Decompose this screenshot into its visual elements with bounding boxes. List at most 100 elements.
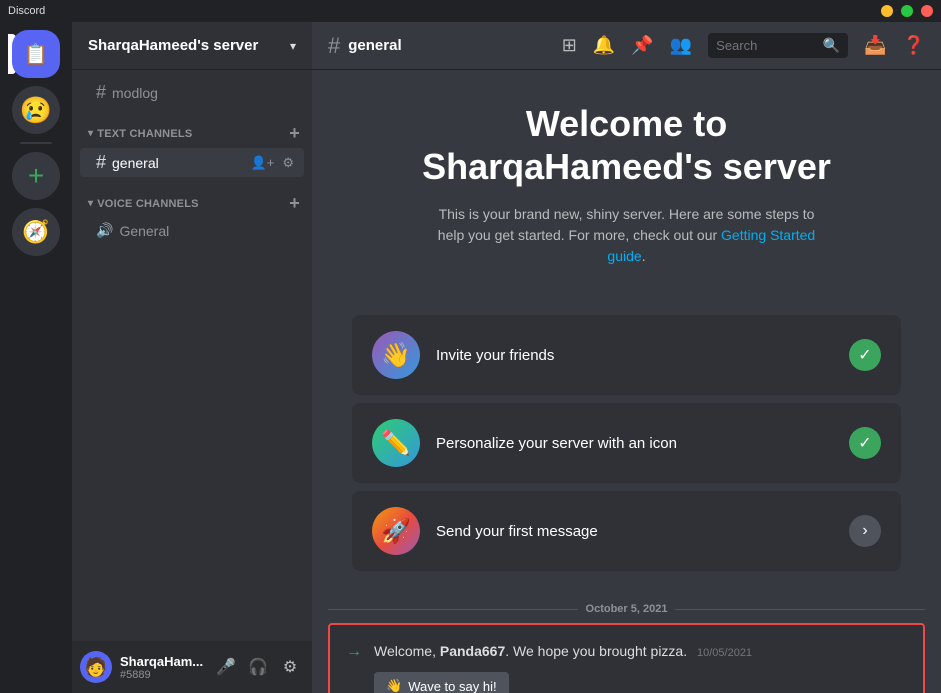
notification-icon[interactable]: 🔔 — [593, 35, 615, 56]
task-icon-invite: 👋 — [372, 331, 420, 379]
search-input[interactable] — [716, 38, 817, 53]
topbar-hash-icon: # — [328, 33, 340, 59]
close-button[interactable] — [921, 5, 933, 17]
search-icon: 🔍 — [823, 37, 840, 54]
welcome-section: Welcome toSharqaHameed's server This is … — [312, 70, 941, 315]
task-label-personalize: Personalize your server with an icon — [436, 435, 833, 452]
chevron-down-icon: ▾ — [290, 39, 296, 53]
invite-emoji: 👋 — [381, 341, 411, 370]
msg-text-before: Welcome, — [374, 643, 440, 659]
message-text: Welcome, Panda667. We hope you brought p… — [374, 643, 752, 659]
section-chevron-icon: ▾ — [88, 128, 93, 139]
welcome-server-name: SharqaHameed's server — [422, 146, 831, 187]
checkmark-icon-invite: ✓ — [858, 345, 871, 365]
welcome-title: Welcome toSharqaHameed's server — [352, 102, 901, 188]
speaker-icon: 🔊 — [96, 222, 113, 239]
server-emoji-crying: 😢 — [20, 95, 52, 126]
topbar-actions: ⊞ 🔔 📌 👥 🔍 📥 ❓ — [562, 33, 925, 58]
search-bar[interactable]: 🔍 — [708, 33, 848, 58]
checkmark-icon-personalize: ✓ — [858, 433, 871, 453]
titlebar-controls — [881, 5, 933, 17]
server-divider — [20, 142, 52, 144]
channel-item-modlog[interactable]: # modlog — [80, 78, 304, 107]
titlebar-title: Discord — [8, 5, 45, 17]
task-complete-invite: ✓ — [849, 339, 881, 371]
maximize-button[interactable] — [901, 5, 913, 17]
welcome-subtitle: This is your brand new, shiny server. He… — [437, 204, 817, 267]
date-divider: October 5, 2021 — [312, 595, 941, 623]
add-server-icon: + — [28, 162, 44, 190]
message-content: Welcome, Panda667. We hope you brought p… — [374, 641, 907, 693]
text-channels-label: TEXT CHANNELS — [97, 128, 192, 140]
user-area: 🧑 SharqaHam... #5889 🎤 🎧 ⚙ — [72, 641, 312, 693]
mute-button[interactable]: 🎤 — [212, 653, 240, 681]
server-icon-sharqa[interactable]: 📋 — [12, 30, 60, 78]
task-card-personalize[interactable]: ✏️ Personalize your server with an icon … — [352, 403, 901, 483]
inbox-icon[interactable]: 📥 — [864, 35, 886, 56]
user-avatar-emoji: 🧑 — [85, 657, 107, 678]
main-layout: 📋 😢 + 🧭 SharqaHameed's se — [0, 22, 941, 693]
personalize-emoji: ✏️ — [381, 429, 411, 458]
topbar-channel-name: general — [348, 37, 401, 54]
hash-icon: # — [96, 82, 106, 103]
voice-channel-general[interactable]: 🔊 General — [80, 218, 304, 243]
channel-actions: 👤+ ⚙ — [249, 153, 296, 173]
voice-section-chevron-icon: ▾ — [88, 198, 93, 209]
user-settings-button[interactable]: ⚙ — [276, 653, 304, 681]
wave-label: Wave to say hi! — [408, 679, 496, 693]
arrow-right-icon: › — [862, 522, 867, 540]
add-server-button[interactable]: + — [12, 152, 60, 200]
channel-list: # modlog ▾ TEXT CHANNELS + # general 👤+ … — [72, 70, 312, 641]
add-text-channel-button[interactable]: + — [285, 123, 304, 144]
wave-emoji: 👋 — [386, 678, 402, 693]
welcome-msg-area: → Welcome, Panda667. We hope you brought… — [328, 623, 925, 693]
wave-button[interactable]: 👋 Wave to say hi! — [374, 672, 509, 693]
message-arrow-icon: → — [346, 643, 362, 661]
task-cards: 👋 Invite your friends ✓ ✏️ Personalize y… — [312, 315, 941, 595]
member-list-icon[interactable]: 👥 — [670, 35, 692, 56]
channel-name-modlog: modlog — [112, 85, 158, 101]
channel-item-general[interactable]: # general 👤+ ⚙ — [80, 148, 304, 177]
task-card-message[interactable]: 🚀 Send your first message › — [352, 491, 901, 571]
help-icon[interactable]: ❓ — [903, 35, 925, 56]
task-arrow-message: › — [849, 515, 881, 547]
date-text: October 5, 2021 — [586, 603, 668, 615]
welcome-message: → Welcome, Panda667. We hope you brought… — [346, 625, 907, 693]
pinned-messages-icon[interactable]: 📌 — [631, 35, 653, 56]
server-icon-wrapper-sharqa: 📋 — [12, 30, 60, 78]
invite-to-channel-icon[interactable]: 👤+ — [249, 153, 277, 173]
welcome-subtitle-end: . — [642, 248, 646, 264]
app: Discord 📋 😢 — [0, 0, 941, 693]
task-card-invite[interactable]: 👋 Invite your friends ✓ — [352, 315, 901, 395]
threads-icon[interactable]: ⊞ — [562, 35, 577, 56]
titlebar: Discord — [0, 0, 941, 22]
server-header[interactable]: SharqaHameed's server ▾ — [72, 22, 312, 70]
task-label-message: Send your first message — [436, 523, 833, 540]
task-label-invite: Invite your friends — [436, 347, 833, 364]
hash-icon-general: # — [96, 152, 106, 173]
task-complete-personalize: ✓ — [849, 427, 881, 459]
msg-text-after: . We hope you brought pizza. — [505, 643, 687, 659]
user-controls: 🎤 🎧 ⚙ — [212, 653, 304, 681]
user-info: SharqaHam... #5889 — [120, 654, 204, 681]
server-sidebar: 📋 😢 + 🧭 — [0, 22, 72, 693]
date-divider-line-left — [328, 609, 578, 610]
discover-server-button[interactable]: 🧭 — [12, 208, 60, 256]
topbar-channel: # general — [328, 33, 402, 59]
voice-channel-name: General — [119, 223, 169, 239]
text-channels-header[interactable]: ▾ TEXT CHANNELS + — [72, 107, 312, 148]
server-icon-crying[interactable]: 😢 — [12, 86, 60, 134]
add-voice-channel-button[interactable]: + — [285, 193, 304, 214]
content-area: Welcome toSharqaHameed's server This is … — [312, 70, 941, 693]
deafen-button[interactable]: 🎧 — [244, 653, 272, 681]
server-icon-wrapper-crying: 😢 — [12, 86, 60, 134]
task-icon-personalize: ✏️ — [372, 419, 420, 467]
voice-channels-header[interactable]: ▾ VOICE CHANNELS + — [72, 177, 312, 218]
minimize-button[interactable] — [881, 5, 893, 17]
channel-settings-icon[interactable]: ⚙ — [280, 153, 296, 173]
wave-button-container: 👋 Wave to say hi! — [374, 668, 907, 693]
main-content: # general ⊞ 🔔 📌 👥 🔍 📥 ❓ — [312, 22, 941, 693]
channel-name-general: general — [112, 155, 159, 171]
channel-sidebar: SharqaHameed's server ▾ # modlog ▾ TEXT … — [72, 22, 312, 693]
message-timestamp: 10/05/2021 — [697, 647, 752, 659]
